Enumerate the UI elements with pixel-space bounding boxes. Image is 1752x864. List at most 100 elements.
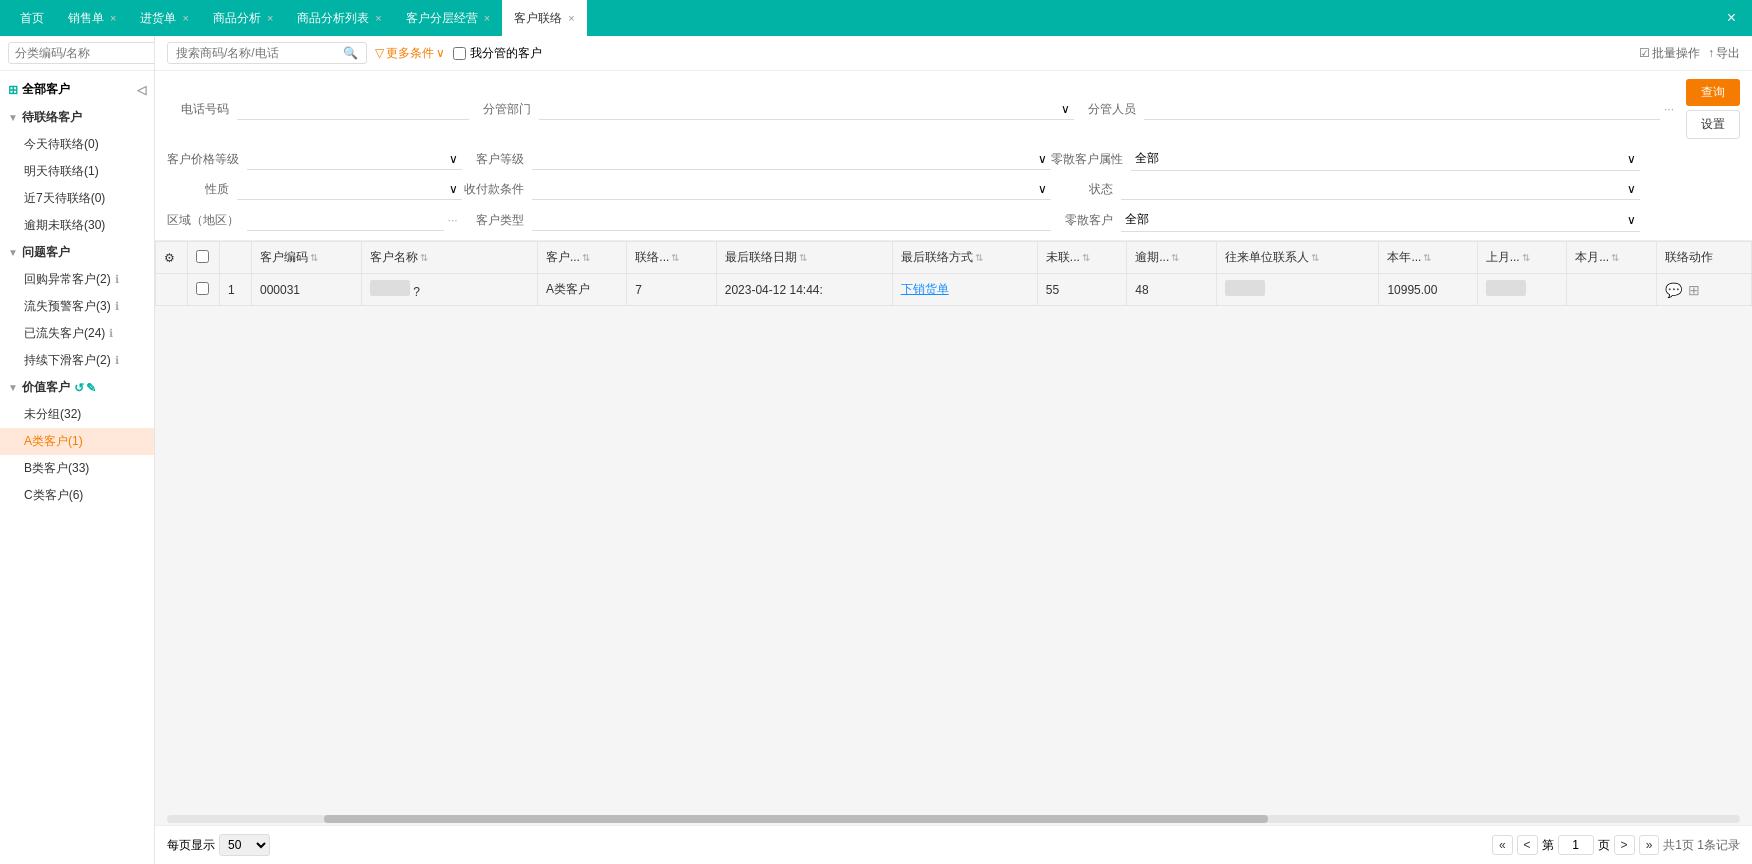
close-customer-contact-tab[interactable]: ×	[568, 12, 574, 24]
filter-price-level: 客户价格等级 ∨	[167, 149, 462, 170]
nav-tab-customer-contact[interactable]: 客户联络 ×	[502, 0, 586, 36]
refresh-icon[interactable]: ↺	[74, 381, 84, 395]
th-this-month[interactable]: 本月... ⇅	[1567, 242, 1656, 274]
region-ellipsis-icon[interactable]: ···	[444, 213, 462, 227]
sidebar-item-tomorrow[interactable]: 明天待联络(1)	[0, 158, 154, 185]
row-checkbox[interactable]	[196, 282, 209, 295]
close-customer-segment-tab[interactable]: ×	[484, 12, 490, 24]
settings-button[interactable]: 设置	[1686, 110, 1740, 139]
sidebar-item-repeat-abnormal[interactable]: 回购异常客户(2) ℹ	[0, 266, 154, 293]
sidebar-item-7days[interactable]: 近7天待联络(0)	[0, 185, 154, 212]
sort-icon: ⇅	[1082, 252, 1090, 263]
contact-method-link[interactable]: 下销货单	[901, 282, 949, 296]
sidebar-item-today[interactable]: 今天待联络(0)	[0, 131, 154, 158]
td-checkbox[interactable]	[188, 274, 220, 306]
price-level-select[interactable]: ∨	[247, 149, 462, 170]
th-settings[interactable]: ⚙	[156, 242, 188, 274]
content-area: 🔍 ▽ 更多条件 ∨ 我分管的客户 ☑ 批量操作 ↑ 导出	[155, 36, 1752, 864]
th-overdue[interactable]: 逾期... ⇅	[1127, 242, 1216, 274]
nav-tab-goods-analysis-list[interactable]: 商品分析列表 ×	[285, 0, 393, 36]
close-goods-analysis-list-tab[interactable]: ×	[375, 12, 381, 24]
select-all-checkbox[interactable]	[196, 250, 209, 263]
first-page-button[interactable]: «	[1492, 835, 1513, 855]
all-customers-header[interactable]: ⊞ 全部客户 ◁	[0, 75, 154, 104]
query-button[interactable]: 查询	[1686, 79, 1740, 106]
sidebar-item-lost[interactable]: 已流失客户(24) ℹ	[0, 320, 154, 347]
td-last-month	[1477, 274, 1566, 306]
th-uncontacted[interactable]: 未联... ⇅	[1037, 242, 1126, 274]
sidebar-group-pending-contact[interactable]: ▼ 待联络客户	[0, 104, 154, 131]
nav-tab-goods-analysis[interactable]: 商品分析 ×	[201, 0, 285, 36]
phone-input[interactable]	[237, 99, 469, 120]
td-last-contact-method[interactable]: 下销货单	[892, 274, 1037, 306]
table-row: 1 000031 ? A类客户 7 2023-04-12 14:44: 下销货单…	[156, 274, 1752, 306]
customer-level-label: 客户等级	[462, 151, 532, 168]
th-checkbox[interactable]	[188, 242, 220, 274]
sidebar-group-problem-customers[interactable]: ▼ 问题客户	[0, 239, 154, 266]
my-customers-checkbox-label[interactable]: 我分管的客户	[453, 45, 542, 62]
filter-payment: 收付款条件 ∨	[462, 179, 1051, 200]
th-customer-type[interactable]: 客户... ⇅	[537, 242, 626, 274]
chat-icon[interactable]: 💬	[1665, 282, 1682, 298]
nav-tab-customer-segment[interactable]: 客户分层经营 ×	[394, 0, 502, 36]
customer-level-select[interactable]: ∨	[532, 149, 1051, 170]
th-unit-contact[interactable]: 往来单位联系人 ⇅	[1216, 242, 1379, 274]
prev-page-button[interactable]: <	[1517, 835, 1538, 855]
edit-icon[interactable]: ✎	[86, 381, 96, 395]
ellipsis-icon[interactable]: ···	[1660, 102, 1678, 116]
sort-icon: ⇅	[799, 252, 807, 263]
next-page-button[interactable]: >	[1614, 835, 1635, 855]
settings-icon[interactable]: ⚙	[164, 251, 175, 265]
th-last-contact-date[interactable]: 最后联络日期 ⇅	[716, 242, 892, 274]
sidebar-search-input[interactable]	[8, 42, 155, 64]
main-layout: 🔍 ⊞ 全部客户 ◁ ▼ 待联络客户 今天待联络(0) 明天待联络(1) 近7天…	[0, 36, 1752, 864]
status-select[interactable]: ∨	[1121, 179, 1640, 200]
horizontal-scrollbar[interactable]	[155, 813, 1752, 825]
nav-tab-home[interactable]: 首页	[8, 0, 56, 36]
batch-op-button[interactable]: ☑ 批量操作	[1639, 45, 1700, 62]
nature-select[interactable]: ∨	[237, 179, 462, 200]
manager-input[interactable]	[1144, 99, 1660, 120]
sidebar-item-lost-preview[interactable]: 流失预警客户(3) ℹ	[0, 293, 154, 320]
customer-type-input[interactable]	[532, 210, 1051, 231]
region-input[interactable]	[247, 210, 444, 231]
scatter-customer-select[interactable]: 全部 ∨	[1121, 208, 1640, 232]
search-icon[interactable]: 🔍	[343, 46, 358, 60]
scroll-thumb[interactable]	[324, 815, 1268, 823]
export-button[interactable]: ↑ 导出	[1708, 45, 1740, 62]
payment-select[interactable]: ∨	[532, 179, 1051, 200]
nav-tab-sales[interactable]: 销售单 ×	[56, 0, 128, 36]
sidebar-group-value-customers[interactable]: ▼ 价值客户 ↺ ✎	[0, 374, 154, 401]
th-this-year[interactable]: 本年... ⇅	[1379, 242, 1477, 274]
th-last-month[interactable]: 上月... ⇅	[1477, 242, 1566, 274]
table-scroll-area[interactable]: ⚙ 客户编码 ⇅	[155, 241, 1752, 813]
search-input[interactable]	[176, 46, 343, 60]
query-buttons: 查询 设置	[1686, 79, 1740, 139]
sidebar-item-unclassified[interactable]: 未分组(32)	[0, 401, 154, 428]
scatter-attr-select[interactable]: 全部 ∨	[1131, 147, 1640, 171]
sidebar-item-class-b[interactable]: B类客户(33)	[0, 455, 154, 482]
sort-icon: ⇅	[1311, 252, 1319, 263]
sidebar-item-class-a[interactable]: A类客户(1)	[0, 428, 154, 455]
dept-select[interactable]: ∨	[539, 99, 1073, 120]
sidebar-item-decline[interactable]: 持续下滑客户(2) ℹ	[0, 347, 154, 374]
nav-tab-purchase[interactable]: 进货单 ×	[128, 0, 200, 36]
th-contact-count[interactable]: 联络... ⇅	[627, 242, 716, 274]
sidebar-item-overdue[interactable]: 逾期未联络(30)	[0, 212, 154, 239]
close-all-tabs[interactable]: ×	[1719, 9, 1744, 27]
close-purchase-tab[interactable]: ×	[182, 12, 188, 24]
my-customers-checkbox[interactable]	[453, 47, 466, 60]
last-page-button[interactable]: »	[1639, 835, 1660, 855]
qr-icon[interactable]: ⊞	[1688, 282, 1700, 298]
more-filter-button[interactable]: ▽ 更多条件 ∨	[375, 45, 445, 62]
sidebar-item-class-c[interactable]: C类客户(6)	[0, 482, 154, 509]
th-index	[220, 242, 252, 274]
close-goods-analysis-tab[interactable]: ×	[267, 12, 273, 24]
page-size-select[interactable]: 50 100 200	[219, 834, 270, 856]
scroll-track[interactable]	[167, 815, 1740, 823]
th-code[interactable]: 客户编码 ⇅	[252, 242, 362, 274]
th-name[interactable]: 客户名称 ⇅	[361, 242, 537, 274]
th-last-contact-method[interactable]: 最后联络方式 ⇅	[892, 242, 1037, 274]
page-number-input[interactable]	[1558, 835, 1594, 855]
close-sales-tab[interactable]: ×	[110, 12, 116, 24]
